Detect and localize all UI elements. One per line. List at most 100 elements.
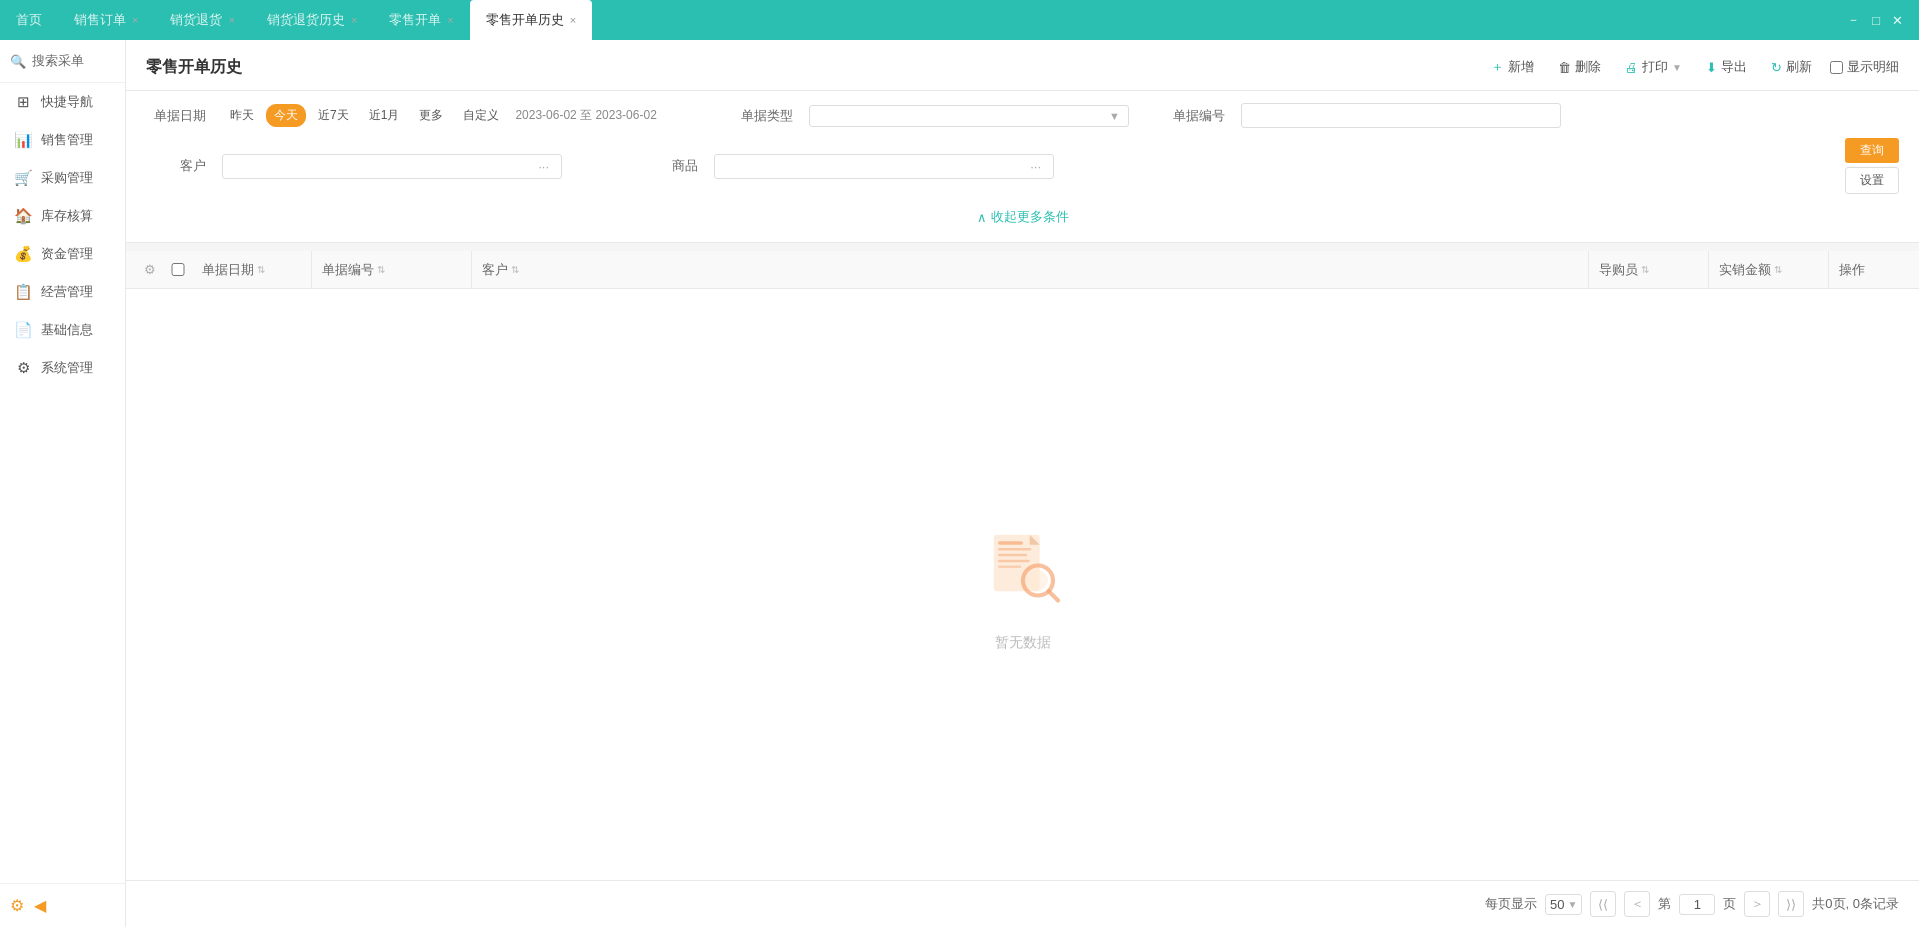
query-button-2[interactable]: 查询 — [1845, 138, 1899, 163]
tab-sales-return-history-close[interactable]: × — [351, 14, 357, 26]
collapse-button[interactable]: ∧ 收起更多条件 — [977, 208, 1069, 226]
date-today[interactable]: 今天 — [266, 104, 306, 127]
filter-area: 单据日期 昨天 今天 近7天 近1月 更多 自定义 2023-06-02 至 2… — [126, 91, 1919, 243]
svg-rect-2 — [998, 548, 1031, 551]
print-button[interactable]: 🖨 打印 ▼ — [1619, 54, 1688, 80]
tab-retail-open[interactable]: 零售开单 × — [373, 0, 469, 40]
th-customer-sort: ⇅ — [511, 264, 519, 275]
show-detail-input[interactable] — [1830, 61, 1843, 74]
sidebar-item-inventory[interactable]: 🏠 库存核算 — [0, 197, 125, 235]
add-icon: ＋ — [1491, 58, 1504, 76]
table-header: ⚙ 单据日期 ⇅ 单据编号 ⇅ 客户 ⇅ 导购员 ⇅ — [126, 251, 1919, 289]
sidebar-item-quick-nav-label: 快捷导航 — [41, 93, 93, 111]
th-no-sort: ⇅ — [377, 264, 385, 275]
window-square[interactable]: □ — [1872, 13, 1880, 28]
sidebar-item-quick-nav[interactable]: ⊞ 快捷导航 — [0, 83, 125, 121]
window-minus[interactable]: － — [1847, 11, 1860, 29]
date-7days[interactable]: 近7天 — [310, 104, 357, 127]
show-detail-checkbox[interactable]: 显示明细 — [1830, 58, 1899, 76]
sidebar-search[interactable]: 🔍 搜索采单 — [0, 40, 125, 83]
page-prev-btn[interactable]: ＜ — [1624, 891, 1650, 917]
page-num-input[interactable] — [1679, 894, 1715, 915]
th-amount[interactable]: 实销金额 ⇅ — [1709, 251, 1829, 288]
sales-mgmt-icon: 📊 — [13, 131, 33, 149]
page-first-btn[interactable]: ⟨⟨ — [1590, 891, 1616, 917]
ops-icon: 📋 — [13, 283, 33, 301]
date-1month[interactable]: 近1月 — [361, 104, 408, 127]
goods-ellipsis[interactable]: ··· — [1026, 159, 1045, 174]
page-last-btn[interactable]: ⟩⟩ — [1778, 891, 1804, 917]
refresh-label: 刷新 — [1786, 58, 1812, 76]
th-customer[interactable]: 客户 ⇅ — [472, 251, 1589, 288]
sidebar-item-system[interactable]: ⚙ 系统管理 — [0, 349, 125, 387]
page-word-before: 第 — [1658, 895, 1671, 913]
th-no[interactable]: 单据编号 ⇅ — [312, 251, 472, 288]
refresh-button[interactable]: ↻ 刷新 — [1765, 54, 1818, 80]
pagination-info: 共0页, 0条记录 — [1812, 895, 1899, 913]
delete-button[interactable]: 🗑 删除 — [1552, 54, 1607, 80]
date-shortcuts: 昨天 今天 近7天 近1月 更多 自定义 2023-06-02 至 2023-0… — [222, 104, 657, 127]
sidebar-item-sales-mgmt-label: 销售管理 — [41, 131, 93, 149]
per-page-label: 每页显示 — [1485, 895, 1537, 913]
tab-retail-history-close[interactable]: × — [570, 14, 576, 26]
th-op: 操作 — [1829, 251, 1909, 288]
settings-button[interactable]: 设置 — [1845, 167, 1899, 194]
pagination: 每页显示 50 ▼ ⟨⟨ ＜ 第 页 ＞ ⟩⟩ 共0页, 0条记录 — [126, 880, 1919, 927]
refresh-icon: ↻ — [1771, 60, 1782, 75]
date-more[interactable]: 更多 — [411, 104, 451, 127]
table-settings-icon[interactable]: ⚙ — [136, 262, 164, 277]
export-icon: ⬇ — [1706, 60, 1717, 75]
sidebar-settings-icon[interactable]: ⚙ — [10, 896, 24, 915]
delete-icon: 🗑 — [1558, 60, 1571, 75]
tab-retail-history[interactable]: 零售开单历史 × — [470, 0, 592, 40]
add-button[interactable]: ＋ 新增 — [1485, 54, 1540, 80]
th-date[interactable]: 单据日期 ⇅ — [192, 251, 312, 288]
sidebar-collapse-icon[interactable]: ◀ — [34, 896, 46, 915]
sidebar-item-basic-info-label: 基础信息 — [41, 321, 93, 339]
goods-label: 商品 — [638, 157, 698, 175]
date-custom[interactable]: 自定义 — [455, 104, 507, 127]
sidebar-search-label: 搜索采单 — [32, 52, 84, 70]
tab-home[interactable]: 首页 — [0, 0, 58, 40]
customer-select[interactable]: ··· — [222, 154, 562, 179]
tab-sales-order[interactable]: 销售订单 × — [58, 0, 154, 40]
select-all-checkbox[interactable] — [164, 263, 192, 276]
page-header: 零售开单历史 ＋ 新增 🗑 删除 🖨 打印 ▼ ⬇ 导出 — [126, 40, 1919, 91]
page-next-btn[interactable]: ＞ — [1744, 891, 1770, 917]
tab-retail-open-close[interactable]: × — [447, 14, 453, 26]
toolbar: ＋ 新增 🗑 删除 🖨 打印 ▼ ⬇ 导出 ↻ 刷新 — [1485, 54, 1899, 80]
sidebar-item-purchase-mgmt-label: 采购管理 — [41, 169, 93, 187]
export-button[interactable]: ⬇ 导出 — [1700, 54, 1753, 80]
tab-bar: 首页 销售订单 × 销货退货 × 销货退货历史 × 零售开单 × 零售开单历史 … — [0, 0, 1919, 40]
goods-select[interactable]: ··· — [714, 154, 1054, 179]
purchase-mgmt-icon: 🛒 — [13, 169, 33, 187]
tab-sales-return-close[interactable]: × — [228, 14, 234, 26]
tab-sales-return[interactable]: 销货退货 × — [154, 0, 250, 40]
sidebar-item-purchase-mgmt[interactable]: 🛒 采购管理 — [0, 159, 125, 197]
collapse-arrow: ∧ — [977, 210, 987, 225]
no-input[interactable] — [1241, 103, 1561, 128]
window-close[interactable]: ✕ — [1892, 13, 1903, 28]
page-size-select[interactable]: 50 ▼ — [1545, 894, 1582, 915]
print-arrow: ▼ — [1672, 62, 1682, 73]
customer-ellipsis[interactable]: ··· — [534, 159, 553, 174]
type-select[interactable]: ▼ — [809, 105, 1129, 127]
finance-icon: 💰 — [13, 245, 33, 263]
sidebar-item-inventory-label: 库存核算 — [41, 207, 93, 225]
table-area: ⚙ 单据日期 ⇅ 单据编号 ⇅ 客户 ⇅ 导购员 ⇅ — [126, 251, 1919, 927]
search-icon: 🔍 — [10, 54, 26, 69]
sidebar-item-finance[interactable]: 💰 资金管理 — [0, 235, 125, 273]
sidebar-item-sales-mgmt[interactable]: 📊 销售管理 — [0, 121, 125, 159]
sidebar-item-ops[interactable]: 📋 经营管理 — [0, 273, 125, 311]
date-yesterday[interactable]: 昨天 — [222, 104, 262, 127]
inventory-icon: 🏠 — [13, 207, 33, 225]
customer-label: 客户 — [146, 157, 206, 175]
svg-rect-1 — [998, 541, 1023, 544]
sidebar-bottom: ⚙ ◀ — [0, 883, 125, 927]
th-guide[interactable]: 导购员 ⇅ — [1589, 251, 1709, 288]
system-icon: ⚙ — [13, 359, 33, 377]
tab-sales-order-close[interactable]: × — [132, 14, 138, 26]
page-size-arrow: ▼ — [1567, 899, 1577, 910]
sidebar-item-basic-info[interactable]: 📄 基础信息 — [0, 311, 125, 349]
tab-sales-return-history[interactable]: 销货退货历史 × — [251, 0, 373, 40]
